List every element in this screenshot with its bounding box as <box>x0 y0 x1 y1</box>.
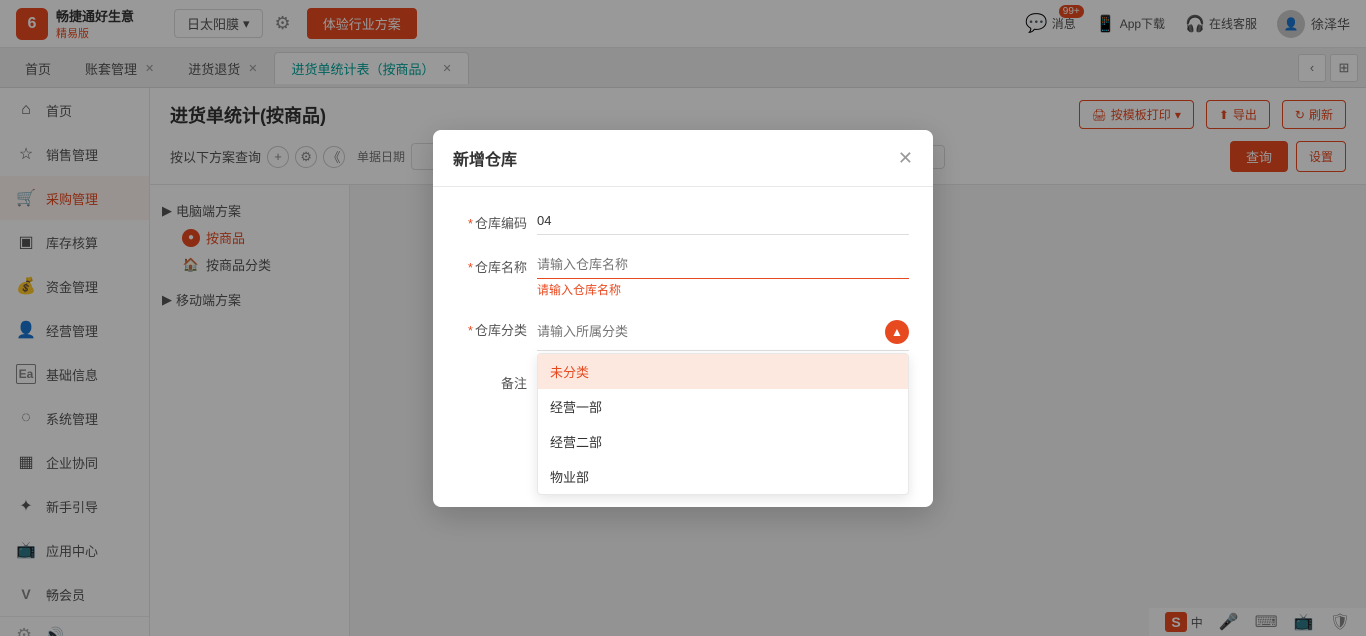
dropdown-item-uncategorized[interactable]: 未分类 <box>538 354 908 389</box>
modal-title: 新增仓库 <box>453 146 517 170</box>
dropdown-item-dept2[interactable]: 经营二部 <box>538 424 908 459</box>
category-dropdown-trigger[interactable]: ▲ <box>537 314 909 351</box>
warehouse-code-wrapper <box>537 207 909 235</box>
remark-label: 备注 <box>457 367 537 392</box>
warehouse-code-row: 仓库编码 <box>457 207 909 235</box>
category-dropdown-list: 未分类 经营一部 经营二部 物业部 <box>537 353 909 495</box>
modal-backdrop: 新增仓库 ✕ 仓库编码 仓库名称 请输入仓库名称 仓库分类 <box>0 0 1366 636</box>
dropdown-item-property[interactable]: 物业部 <box>538 459 908 494</box>
category-chevron-icon[interactable]: ▲ <box>885 320 909 344</box>
warehouse-name-row: 仓库名称 请输入仓库名称 <box>457 251 909 298</box>
warehouse-name-input[interactable] <box>537 251 909 279</box>
category-input[interactable] <box>537 324 885 339</box>
warehouse-name-wrapper: 请输入仓库名称 <box>537 251 909 298</box>
warehouse-category-label: 仓库分类 <box>457 314 537 339</box>
warehouse-name-label: 仓库名称 <box>457 251 537 276</box>
dropdown-item-dept1[interactable]: 经营一部 <box>538 389 908 424</box>
new-warehouse-modal: 新增仓库 ✕ 仓库编码 仓库名称 请输入仓库名称 仓库分类 <box>433 130 933 507</box>
warehouse-category-wrapper: ▲ 未分类 经营一部 经营二部 物业部 <box>537 314 909 351</box>
modal-close-button[interactable]: ✕ <box>898 149 913 167</box>
warehouse-name-error: 请输入仓库名称 <box>537 281 909 298</box>
warehouse-code-input[interactable] <box>537 207 909 235</box>
warehouse-code-label: 仓库编码 <box>457 207 537 232</box>
modal-header: 新增仓库 ✕ <box>433 130 933 187</box>
warehouse-category-row: 仓库分类 ▲ 未分类 经营一部 经营二部 物业部 <box>457 314 909 351</box>
modal-body: 仓库编码 仓库名称 请输入仓库名称 仓库分类 ▲ <box>433 187 933 443</box>
